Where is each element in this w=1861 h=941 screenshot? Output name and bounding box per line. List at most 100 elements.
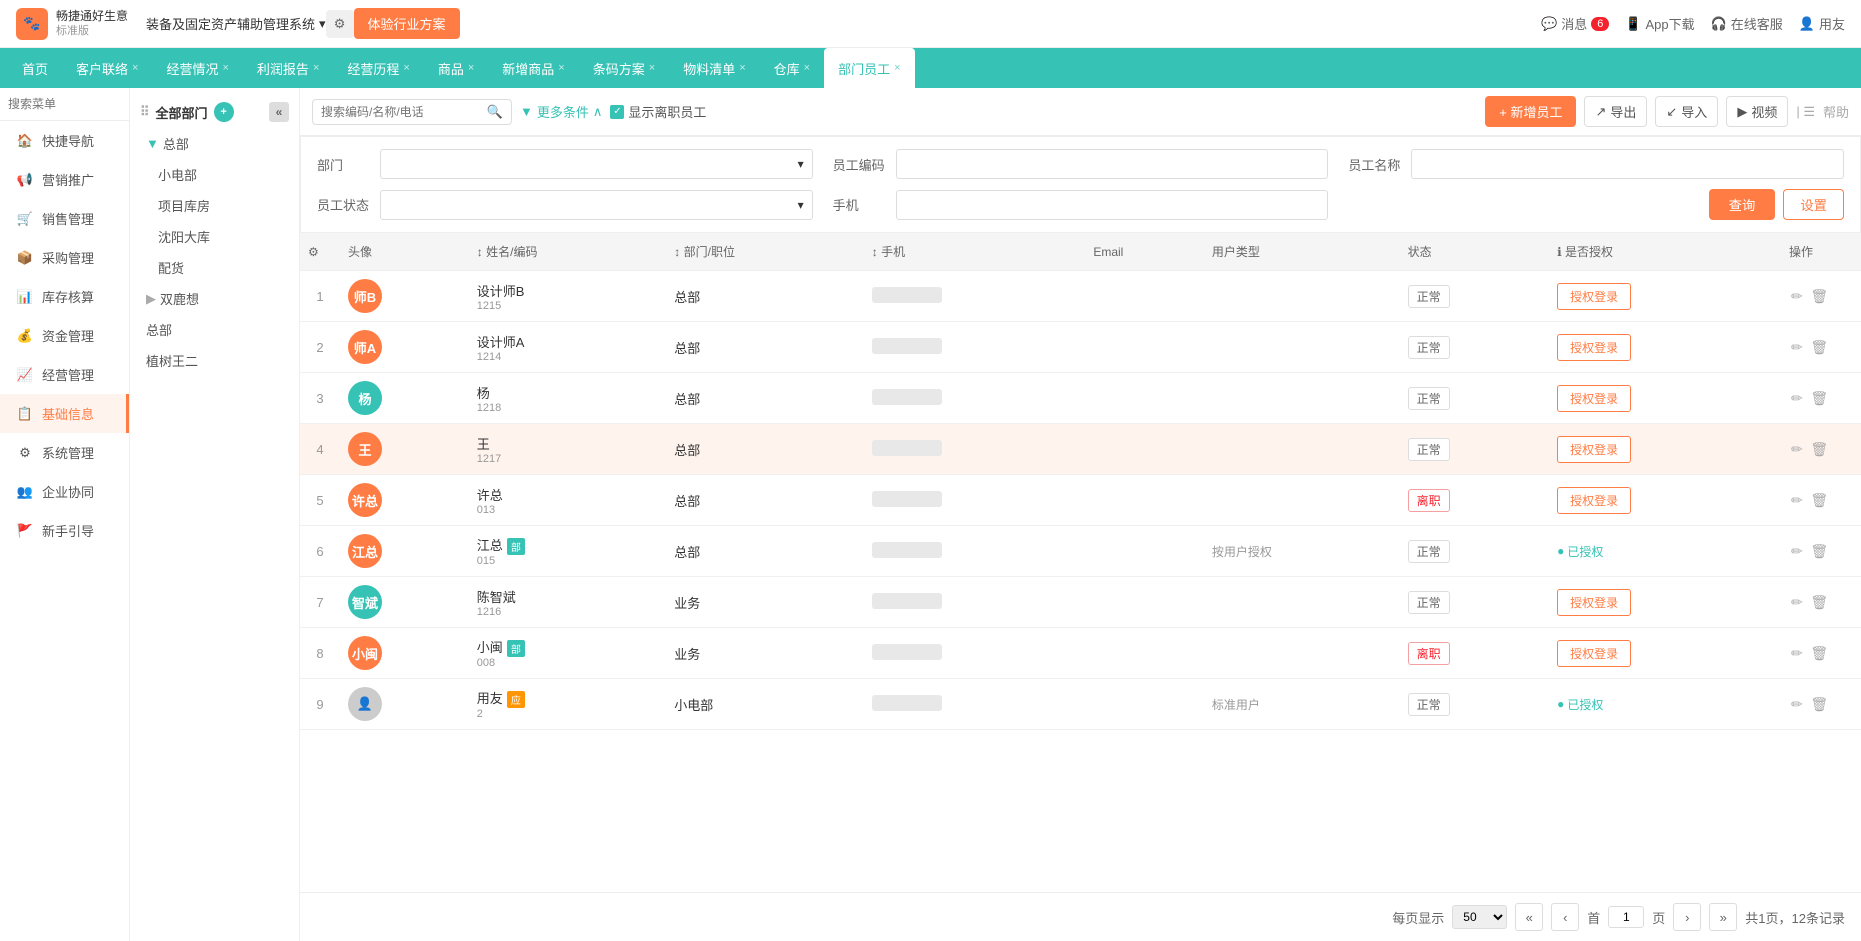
user-btn[interactable]: 👤 用友 — [1799, 14, 1845, 33]
sidebar-search-area[interactable]: 🔍 — [0, 88, 129, 121]
col-phone-header[interactable]: ↕ 手机 — [864, 233, 1086, 271]
col-dept-header[interactable]: ↕ 部门/职位 — [666, 233, 864, 271]
sidebar-item-sales[interactable]: 🛒 销售管理 — [0, 199, 129, 238]
add-dept-btn[interactable]: + — [214, 102, 234, 122]
sidebar-item-finance[interactable]: 💰 资金管理 — [0, 316, 129, 355]
delete-btn[interactable]: 🗑 — [1810, 390, 1828, 406]
set-btn[interactable]: 设置 — [1783, 189, 1844, 220]
tree-item-zongbu[interactable]: 总部 — [130, 314, 299, 345]
tab-warehouse[interactable]: 仓库× — [760, 48, 824, 88]
tab-barcode[interactable]: 条码方案× — [579, 48, 669, 88]
tree-item-peihuo[interactable]: 配货 — [130, 252, 299, 283]
show-resign-toggle[interactable]: ✓ 显示离职员工 — [610, 102, 706, 121]
name-filter-input[interactable] — [1411, 149, 1844, 179]
edit-btn[interactable]: ✏ — [1791, 492, 1803, 508]
edit-btn[interactable]: ✏ — [1791, 441, 1803, 457]
import-btn[interactable]: ↙ 导入 — [1655, 96, 1718, 127]
code-filter-input[interactable] — [896, 149, 1329, 179]
sidebar-item-operation-mgmt[interactable]: 📈 经营管理 — [0, 355, 129, 394]
tab-department[interactable]: 部门员工× — [824, 48, 914, 88]
sidebar-search-input[interactable] — [8, 97, 130, 111]
search-input-wrapper[interactable]: 🔍 — [312, 99, 512, 125]
collapse-btn[interactable]: « — [269, 102, 289, 122]
add-employee-btn[interactable]: + 新增员工 — [1485, 96, 1576, 127]
sidebar-item-purchase[interactable]: 📦 采购管理 — [0, 238, 129, 277]
row-status: 正常 — [1400, 526, 1549, 577]
tree-item-shenyangdaku[interactable]: 沈阳大库 — [130, 221, 299, 252]
message-btn[interactable]: 💬 消息 6 — [1541, 14, 1609, 33]
online-service-btn[interactable]: 🎧 在线客服 — [1711, 14, 1783, 33]
help-btn[interactable]: 帮助 — [1823, 102, 1849, 121]
page-size-select[interactable]: 50 20 100 — [1452, 905, 1507, 929]
auth-login-btn[interactable]: 授权登录 — [1557, 487, 1631, 514]
tab-new-goods[interactable]: 新增商品× — [488, 48, 578, 88]
auth-login-btn[interactable]: 授权登录 — [1557, 640, 1631, 667]
sidebar-item-system[interactable]: ⚙ 系统管理 — [0, 433, 129, 472]
video-btn[interactable]: ▶ 视频 — [1726, 96, 1788, 127]
status-select[interactable]: ▾ — [380, 190, 813, 220]
edit-btn[interactable]: ✏ — [1791, 339, 1803, 355]
col-settings-btn[interactable]: | ☰ — [1796, 104, 1815, 120]
auth-login-btn[interactable]: 授权登录 — [1557, 283, 1631, 310]
row-auth: 授权登录 — [1549, 373, 1781, 424]
prev-page-btn[interactable]: ‹ — [1551, 903, 1579, 931]
tree-item-xiangmukufang[interactable]: 项目库房 — [130, 190, 299, 221]
auth-login-btn[interactable]: 授权登录 — [1557, 589, 1631, 616]
auth-login-btn[interactable]: 授权登录 — [1557, 334, 1631, 361]
sidebar-item-quick-nav[interactable]: 🏠 快捷导航 — [0, 121, 129, 160]
sidebar-item-inventory[interactable]: 📊 库存核算 — [0, 277, 129, 316]
tree-item-xiaodianbu[interactable]: 小电部 — [130, 159, 299, 190]
edit-btn[interactable]: ✏ — [1791, 696, 1803, 712]
phone-filter-input[interactable] — [896, 190, 1329, 220]
dept-select[interactable]: ▾ — [380, 149, 813, 179]
auth-login-btn[interactable]: 授权登录 — [1557, 436, 1631, 463]
auth-login-btn[interactable]: 授权登录 — [1557, 385, 1631, 412]
row-status: 正常 — [1400, 322, 1549, 373]
tab-home[interactable]: 首页 — [8, 48, 62, 88]
tree-item-zongbu-parent[interactable]: ▼ 总部 — [130, 128, 299, 159]
tab-bom[interactable]: 物料清单× — [669, 48, 759, 88]
sidebar-item-marketing[interactable]: 📢 营销推广 — [0, 160, 129, 199]
delete-btn[interactable]: 🗑 — [1810, 441, 1828, 457]
try-btn[interactable]: 体验行业方案 — [354, 8, 460, 39]
delete-btn[interactable]: 🗑 — [1810, 594, 1828, 610]
delete-btn[interactable]: 🗑 — [1810, 696, 1828, 712]
delete-btn[interactable]: 🗑 — [1810, 645, 1828, 661]
delete-btn[interactable]: 🗑 — [1810, 492, 1828, 508]
edit-btn[interactable]: ✏ — [1791, 288, 1803, 304]
edit-btn[interactable]: ✏ — [1791, 543, 1803, 559]
sidebar-item-collab[interactable]: 👥 企业协同 — [0, 472, 129, 511]
table-row: 6 江总 江总部 015 总部 按用户授权 正常 ●已授权 ✏ 🗑 — [300, 526, 1861, 577]
employee-search-input[interactable] — [321, 105, 483, 119]
export-btn[interactable]: ↗ 导出 — [1584, 96, 1647, 127]
row-avatar: 许总 — [340, 475, 469, 526]
query-btn[interactable]: 查询 — [1709, 189, 1776, 220]
tab-operation[interactable]: 经营情况× — [152, 48, 242, 88]
next-page-btn[interactable]: › — [1673, 903, 1701, 931]
more-conditions-btn[interactable]: ▼ 更多条件 ∧ — [520, 102, 602, 121]
delete-btn[interactable]: 🗑 — [1810, 543, 1828, 559]
last-page-btn[interactable]: » — [1709, 903, 1737, 931]
app-download-btn[interactable]: 📱 App下载 — [1625, 14, 1694, 33]
sidebar-item-guide[interactable]: 🚩 新手引导 — [0, 511, 129, 550]
tab-goods[interactable]: 商品× — [424, 48, 488, 88]
col-status-header: 状态 — [1400, 233, 1549, 271]
tree-item-zhishu[interactable]: 植树王二 — [130, 345, 299, 376]
tree-item-shuanglu[interactable]: ▶ 双鹿想 — [130, 283, 299, 314]
edit-btn[interactable]: ✏ — [1791, 390, 1803, 406]
system-select[interactable]: 装备及固定资产辅助管理系统 ▾ — [146, 14, 326, 33]
tab-history[interactable]: 经营历程× — [333, 48, 423, 88]
edit-btn[interactable]: ✏ — [1791, 645, 1803, 661]
col-name-header[interactable]: ↕ 姓名/编码 — [469, 233, 667, 271]
sidebar-item-basic-info[interactable]: 📋 基础信息 — [0, 394, 129, 433]
gear-button[interactable]: ⚙ — [326, 10, 354, 38]
delete-btn[interactable]: 🗑 — [1810, 288, 1828, 304]
delete-btn[interactable]: 🗑 — [1810, 339, 1828, 355]
tab-profit[interactable]: 利润报告× — [243, 48, 333, 88]
col-settings-header[interactable]: ⚙ — [300, 233, 340, 271]
page-number-input[interactable] — [1608, 906, 1644, 928]
first-page-btn[interactable]: « — [1515, 903, 1543, 931]
status-normal-badge: 正常 — [1408, 693, 1450, 716]
edit-btn[interactable]: ✏ — [1791, 594, 1803, 610]
tab-customer[interactable]: 客户联络× — [62, 48, 152, 88]
